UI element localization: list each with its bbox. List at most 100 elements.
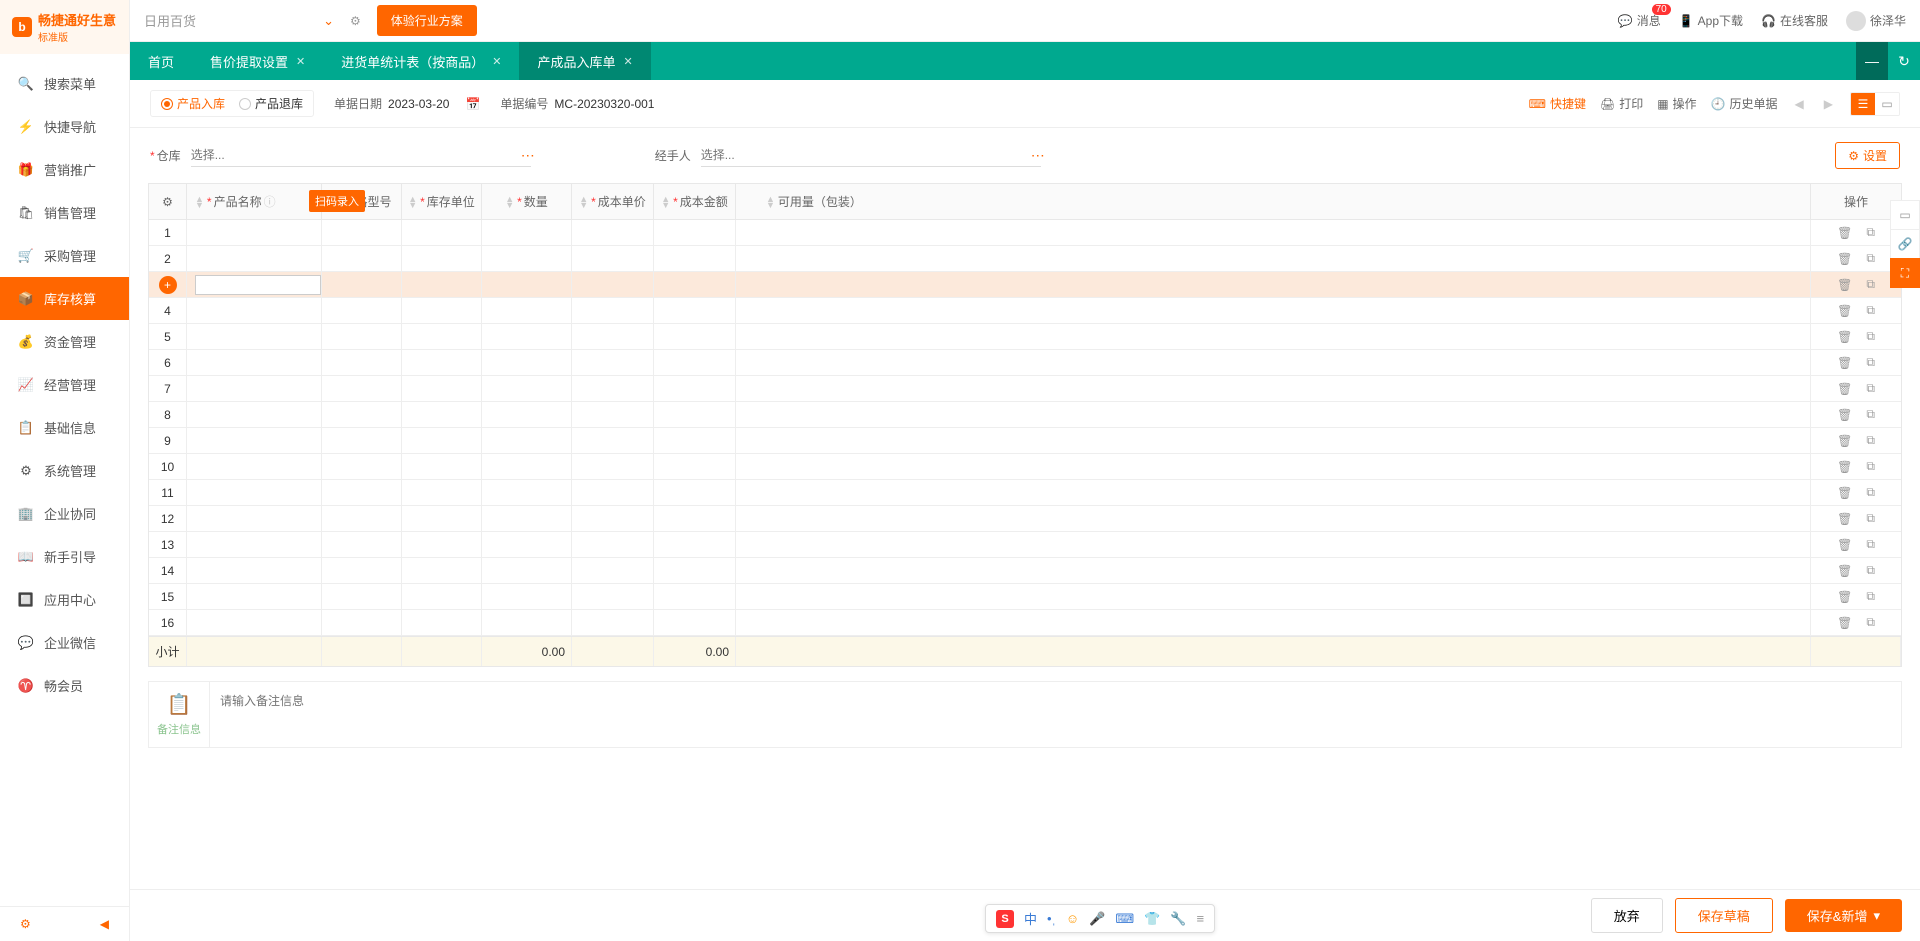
copy-icon[interactable]: ⧉ (1866, 355, 1875, 370)
cell-unit[interactable] (402, 324, 482, 349)
cell-amount[interactable] (654, 402, 736, 427)
cell-price[interactable] (572, 428, 654, 453)
cell-amount[interactable] (654, 480, 736, 505)
nav-item[interactable]: 🛒采购管理 (0, 234, 129, 277)
cell-name[interactable] (187, 532, 322, 557)
delete-icon[interactable]: 🗑 (1837, 564, 1852, 578)
ime-skin-icon[interactable]: 👕 (1144, 911, 1160, 927)
cell-price[interactable] (572, 298, 654, 323)
table-row[interactable]: 16🗑⧉ (149, 610, 1901, 636)
cell-spec[interactable] (322, 402, 402, 427)
refresh-tabs-icon[interactable]: ↻ (1888, 53, 1920, 70)
header-unit[interactable]: ▲▼ *库存单位 (402, 184, 482, 219)
settings-icon[interactable]: ⚙ (20, 917, 31, 931)
delete-icon[interactable]: 🗑 (1837, 408, 1852, 422)
cell-qty[interactable] (482, 532, 572, 557)
cell-name[interactable] (187, 350, 322, 375)
radio-product-out[interactable]: 产品退库 (239, 95, 303, 112)
cell-amount[interactable] (654, 558, 736, 583)
delete-icon[interactable]: 🗑 (1837, 486, 1852, 500)
copy-icon[interactable]: ⧉ (1866, 381, 1875, 396)
cell-amount[interactable] (654, 272, 736, 297)
cell-amount[interactable] (654, 584, 736, 609)
side-tool-link-icon[interactable]: 🔗 (1890, 229, 1920, 259)
operate-link[interactable]: ▦ 操作 (1657, 95, 1696, 112)
cell-price[interactable] (572, 454, 654, 479)
cell-name[interactable] (187, 454, 322, 479)
cell-unit[interactable] (402, 350, 482, 375)
cell-price[interactable] (572, 584, 654, 609)
delete-icon[interactable]: 🗑 (1837, 538, 1852, 552)
user-menu[interactable]: 徐泽华 (1846, 11, 1906, 31)
tab[interactable]: 首页 (130, 42, 192, 80)
cell-qty[interactable] (482, 506, 572, 531)
nav-item[interactable]: 🎁营销推广 (0, 148, 129, 191)
add-row-icon[interactable]: + (159, 276, 177, 294)
cell-name[interactable] (187, 298, 322, 323)
copy-icon[interactable]: ⧉ (1866, 277, 1875, 292)
cell-amount[interactable] (654, 532, 736, 557)
ime-tool-icon[interactable]: 🔧 (1170, 911, 1186, 927)
cell-qty[interactable] (482, 558, 572, 583)
header-gear[interactable]: ⚙ (149, 184, 187, 219)
next-doc-icon[interactable]: ▶ (1821, 97, 1836, 111)
cell-spec[interactable] (322, 454, 402, 479)
nav-item[interactable]: 💬企业微信 (0, 621, 129, 664)
warehouse-input[interactable] (191, 144, 531, 167)
table-row[interactable]: 2🗑⧉ (149, 246, 1901, 272)
cell-unit[interactable] (402, 506, 482, 531)
delete-icon[interactable]: 🗑 (1837, 330, 1852, 344)
copy-icon[interactable]: ⧉ (1866, 407, 1875, 422)
cell-name[interactable] (187, 428, 322, 453)
cell-name[interactable] (187, 506, 322, 531)
copy-icon[interactable]: ⧉ (1866, 589, 1875, 604)
nav-item[interactable]: 🔲应用中心 (0, 578, 129, 621)
table-row[interactable]: 5🗑⧉ (149, 324, 1901, 350)
delete-icon[interactable]: 🗑 (1837, 252, 1852, 266)
copy-icon[interactable]: ⧉ (1866, 615, 1875, 630)
card-view-button[interactable]: ▭ (1875, 93, 1899, 115)
table-row[interactable]: 6🗑⧉ (149, 350, 1901, 376)
cell-unit[interactable] (402, 220, 482, 245)
remark-input[interactable] (209, 682, 1901, 747)
handler-more-icon[interactable]: ⋯ (1031, 147, 1045, 164)
cell-qty[interactable] (482, 584, 572, 609)
close-icon[interactable]: ✕ (296, 55, 305, 68)
cell-name[interactable] (187, 376, 322, 401)
table-row[interactable]: 8🗑⧉ (149, 402, 1901, 428)
copy-icon[interactable]: ⧉ (1866, 329, 1875, 344)
prev-doc-icon[interactable]: ◀ (1792, 97, 1807, 111)
delete-icon[interactable]: 🗑 (1837, 590, 1852, 604)
ime-lang[interactable]: 中 (1024, 909, 1037, 928)
table-row[interactable]: 12🗑⧉ (149, 506, 1901, 532)
date-value[interactable]: 2023-03-20 (388, 97, 449, 111)
delete-icon[interactable]: 🗑 (1837, 616, 1852, 630)
header-avail[interactable]: ▲▼ 可用量（包装） (736, 184, 1811, 219)
cell-price[interactable] (572, 402, 654, 427)
handler-input[interactable] (701, 144, 1041, 167)
cell-spec[interactable] (322, 220, 402, 245)
cell-qty[interactable] (482, 298, 572, 323)
tab[interactable]: 进货单统计表（按商品）✕ (323, 42, 519, 80)
header-qty[interactable]: ▲▼ *数量 (482, 184, 572, 219)
cell-qty[interactable] (482, 220, 572, 245)
experience-button[interactable]: 体验行业方案 (377, 5, 477, 36)
history-link[interactable]: 🕘 历史单据 (1711, 95, 1778, 112)
ime-voice-icon[interactable]: 🎤 (1089, 911, 1105, 927)
cell-qty[interactable] (482, 454, 572, 479)
nav-item[interactable]: 📖新手引导 (0, 535, 129, 578)
cell-unit[interactable] (402, 558, 482, 583)
nav-item[interactable]: ⚙系统管理 (0, 449, 129, 492)
ime-keyboard-icon[interactable]: ⌨ (1115, 911, 1134, 927)
cell-unit[interactable] (402, 454, 482, 479)
discard-button[interactable]: 放弃 (1591, 898, 1663, 933)
cell-price[interactable] (572, 350, 654, 375)
ime-menu-icon[interactable]: ≡ (1197, 911, 1205, 926)
table-row[interactable]: 9🗑⧉ (149, 428, 1901, 454)
copy-icon[interactable]: ⧉ (1866, 511, 1875, 526)
cell-spec[interactable] (322, 532, 402, 557)
cell-qty[interactable] (482, 428, 572, 453)
cell-qty[interactable] (482, 402, 572, 427)
cell-spec[interactable] (322, 480, 402, 505)
cell-spec[interactable] (322, 506, 402, 531)
